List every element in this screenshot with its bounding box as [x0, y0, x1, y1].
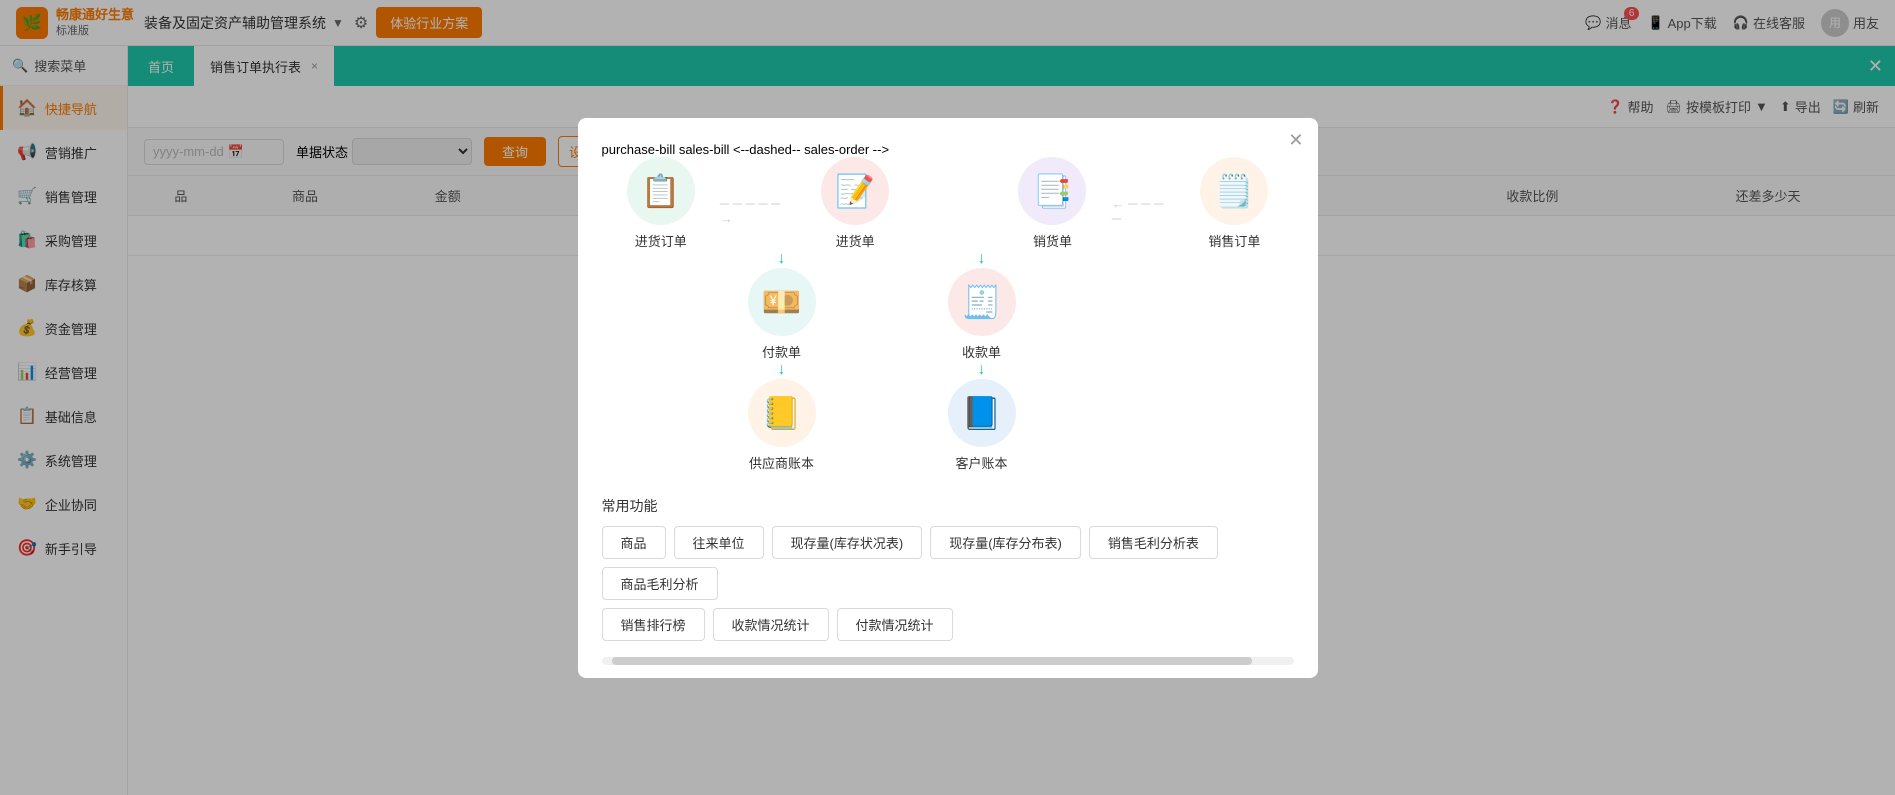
common-btn-4[interactable]: 销售毛利分析表 — [1089, 526, 1218, 559]
arrow-1: ─ ─ ─ ─ ─ → — [720, 196, 796, 226]
modal-scrollbar[interactable] — [602, 657, 1294, 665]
spacer-4 — [842, 361, 922, 379]
flow-row-3: 💴 付款单 🧾 收款单 — [722, 268, 1042, 361]
arrow-down-1-wrap: ↓ — [722, 250, 842, 268]
common-btn-8[interactable]: 付款情况统计 — [837, 608, 953, 641]
flow-item-sales-bill: 📑 销货单 — [993, 157, 1111, 250]
arrow-2: ← ─ ─ ─ ─ — [1112, 196, 1175, 226]
spacer-2 — [842, 250, 922, 268]
sales-bill-label: 销货单 — [1033, 231, 1072, 250]
common-btn-3[interactable]: 现存量(库存分布表) — [930, 526, 1081, 559]
spacer-5 — [842, 379, 922, 472]
purchase-bill-label: 进货单 — [836, 231, 875, 250]
arrow-down-4: ↓ — [978, 361, 986, 379]
arrow-down-1: ↓ — [778, 250, 786, 268]
purchase-bill-circle: 📝 — [821, 157, 889, 225]
flow-row-2-arrows: ↓ ↓ — [722, 250, 1042, 268]
common-section: 常用功能 商品 往来单位 现存量(库存状况表) 现存量(库存分布表) 销售毛利分… — [602, 496, 1294, 641]
payment-label: 付款单 — [762, 342, 801, 361]
flow-row-5: 📒 供应商账本 📘 客户账本 — [722, 379, 1042, 472]
arrow-down-2: ↓ — [978, 250, 986, 268]
modal-overlay[interactable]: ✕ purchase-bill sales-bill <--dashed-- s… — [0, 0, 1895, 795]
common-btn-1[interactable]: 往来单位 — [674, 526, 764, 559]
flow-item-purchase-order: 📋 进货订单 — [602, 157, 720, 250]
modal-close-btn[interactable]: ✕ — [1288, 130, 1303, 151]
flow-row-1: 📋 进货订单 ─ ─ ─ ─ ─ → 📝 进货单 📑 销货单 — [602, 157, 1294, 250]
flow-row-4-arrows: ↓ ↓ — [722, 361, 1042, 379]
common-functions-title: 常用功能 — [602, 496, 1294, 516]
common-btns-row2: 销售排行榜 收款情况统计 付款情况统计 — [602, 608, 1294, 641]
customer-account-label: 客户账本 — [955, 453, 1007, 472]
sales-bill-circle: 📑 — [1018, 157, 1086, 225]
purchase-order-circle: 📋 — [627, 157, 695, 225]
arrow-down-3-wrap: ↓ — [722, 361, 842, 379]
flow-item-receipt: 🧾 收款单 — [922, 268, 1042, 361]
receipt-label: 收款单 — [962, 342, 1001, 361]
common-btn-0[interactable]: 商品 — [602, 526, 666, 559]
common-btns: 商品 往来单位 现存量(库存状况表) 现存量(库存分布表) 销售毛利分析表 商品… — [602, 526, 1294, 600]
arrow-down-4-wrap: ↓ — [922, 361, 1042, 379]
customer-account-circle: 📘 — [948, 379, 1016, 447]
payment-circle: 💴 — [748, 268, 816, 336]
flow-item-purchase-bill: 📝 进货单 — [796, 157, 914, 250]
sales-order-label: 销售订单 — [1208, 231, 1260, 250]
supplier-account-circle: 📒 — [748, 379, 816, 447]
arrow-down-3: ↓ — [778, 361, 786, 379]
common-btn-7[interactable]: 收款情况统计 — [713, 608, 829, 641]
sales-order-circle: 🗒️ — [1200, 157, 1268, 225]
flow-item-sales-order: 🗒️ 销售订单 — [1175, 157, 1293, 250]
common-btn-6[interactable]: 销售排行榜 — [602, 608, 705, 641]
modal-scrollbar-thumb — [612, 657, 1252, 665]
arrow-down-2-wrap: ↓ — [922, 250, 1042, 268]
purchase-order-label: 进货订单 — [635, 231, 687, 250]
flow-section: purchase-bill sales-bill <--dashed-- sal… — [602, 142, 1294, 472]
flow-item-payment: 💴 付款单 — [722, 268, 842, 361]
flow-item-supplier-account: 📒 供应商账本 — [722, 379, 842, 472]
supplier-account-label: 供应商账本 — [749, 453, 814, 472]
spacer-3 — [842, 268, 922, 361]
common-btn-5[interactable]: 商品毛利分析 — [602, 567, 718, 600]
common-btn-2[interactable]: 现存量(库存状况表) — [772, 526, 923, 559]
flow-item-customer-account: 📘 客户账本 — [922, 379, 1042, 472]
receipt-circle: 🧾 — [948, 268, 1016, 336]
modal: ✕ purchase-bill sales-bill <--dashed-- s… — [578, 118, 1318, 678]
